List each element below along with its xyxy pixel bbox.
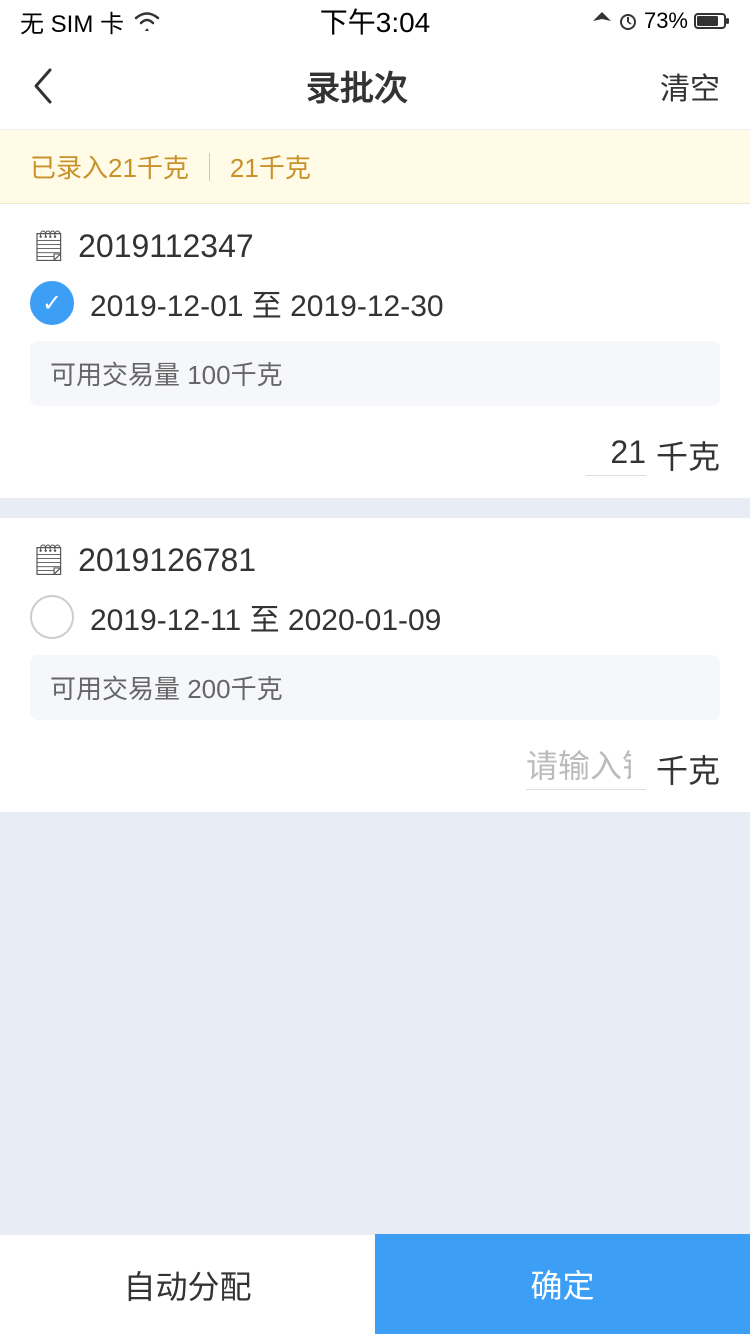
status-time: 下午3:04 [320,1,431,41]
location-icon [592,11,612,31]
batch1-input-row: 21 千克 [0,416,750,498]
batch1-quantity[interactable]: 21 [586,434,646,476]
carrier-label: 无 SIM 卡 [20,4,124,39]
summary-bar: 已录入21千克 21千克 [0,130,750,204]
nav-bar: 录批次 清空 [0,42,750,130]
summary-divider [209,153,210,181]
status-right: 73% [592,8,730,34]
status-bar: 无 SIM 卡 下午3:04 73% [0,0,750,42]
confirm-button[interactable]: 确定 [375,1234,750,1334]
batch2-input-row: 千克 [0,730,750,812]
batch2-id: 2019126781 [78,542,256,579]
page-title: 录批次 [306,61,408,110]
batch-card-2: 🗒 2019126781 2019-12-11 至 2020-01-09 可用交… [0,518,750,812]
auto-distribute-button[interactable]: 自动分配 [0,1234,375,1334]
battery-icon [694,12,730,30]
page-content: 录批次 清空 已录入21千克 21千克 🗒 2019112347 ✓ 2019-… [0,42,750,1334]
empty-area [0,812,750,1234]
batch-card-1: 🗒 2019112347 ✓ 2019-12-01 至 2019-12-30 可… [0,204,750,498]
batch2-unit: 千克 [656,746,720,792]
battery-label: 73% [644,8,688,34]
batch1-unit: 千克 [656,432,720,478]
batch1-id: 2019112347 [78,228,254,265]
batch2-available: 可用交易量 200千克 [30,655,720,720]
batch1-icon: 🗒 [30,229,68,264]
batch1-available: 可用交易量 100千克 [30,341,720,406]
batch1-date-row[interactable]: ✓ 2019-12-01 至 2019-12-30 [0,275,750,335]
batch1-date: 2019-12-01 至 2019-12-30 [90,281,444,325]
clear-button[interactable]: 清空 [660,64,720,108]
card-separator-1 [0,498,750,518]
recorded-label: 已录入21千克 [30,148,189,185]
batch2-quantity-input[interactable] [526,748,646,790]
batch2-radio[interactable] [30,595,74,639]
batch2-icon: 🗒 [30,543,68,578]
summary-value: 21千克 [230,148,311,185]
batch2-date: 2019-12-11 至 2020-01-09 [90,595,441,639]
wifi-icon [132,10,162,32]
back-button[interactable] [30,66,54,106]
batch2-header: 🗒 2019126781 [0,518,750,589]
alarm-icon [618,11,638,31]
batch2-date-row[interactable]: 2019-12-11 至 2020-01-09 [0,589,750,649]
batch1-header: 🗒 2019112347 [0,204,750,275]
status-left: 无 SIM 卡 [20,4,162,39]
bottom-bar: 自动分配 确定 [0,1234,750,1334]
batch1-radio[interactable]: ✓ [30,281,74,325]
batch1-check-icon: ✓ [42,289,62,318]
